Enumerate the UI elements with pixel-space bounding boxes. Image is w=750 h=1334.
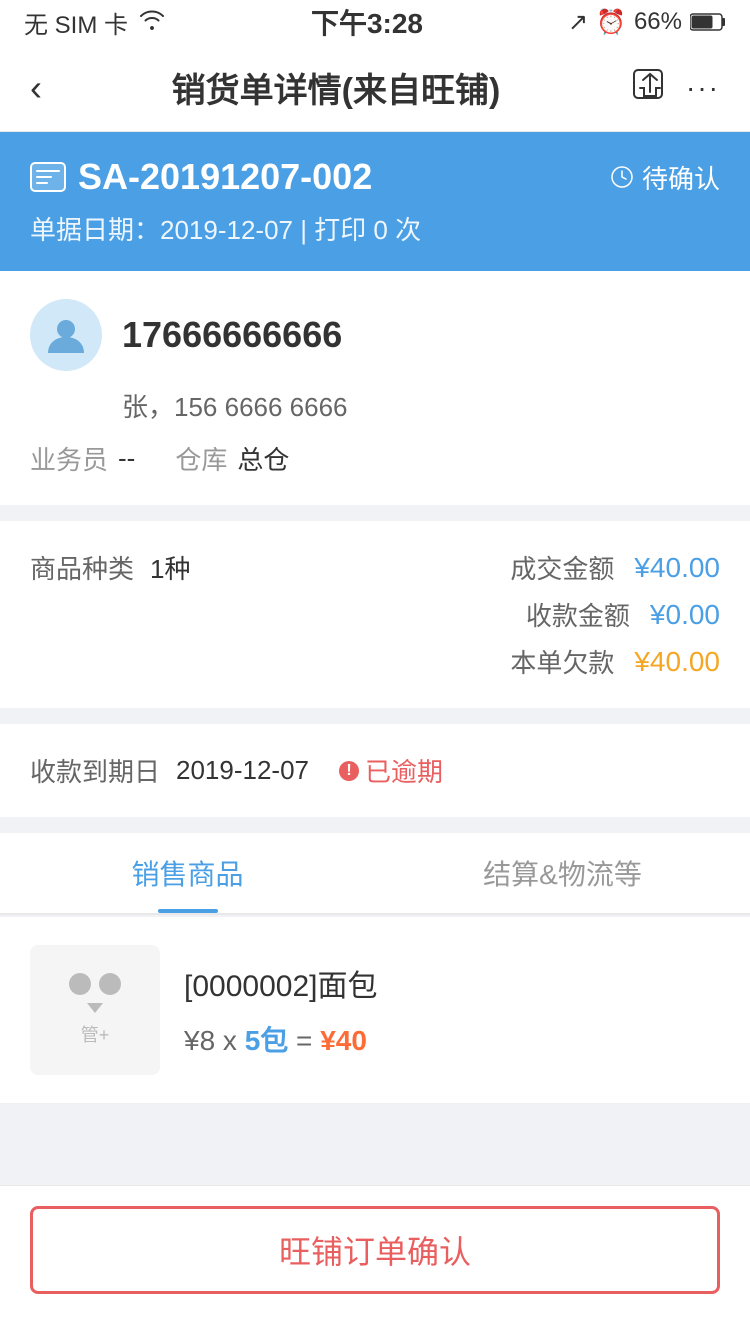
order-icon	[30, 162, 66, 192]
amount-label-0: 成交金额	[510, 549, 614, 586]
tab-settlement[interactable]: 结算&物流等	[375, 833, 750, 913]
order-header: SA-20191207-002 待确认 单据日期：2019-12-07 | 打印…	[0, 132, 750, 271]
owl-brand-text: 管+	[81, 1021, 110, 1047]
location-icon: ↗	[568, 8, 588, 37]
user-icon	[44, 313, 88, 357]
amount-value-1: ¥0.00	[650, 599, 720, 631]
owl-eye-left	[69, 973, 91, 995]
amount-row-0: 成交金额 ¥40.00	[344, 549, 720, 586]
amount-row-1: 收款金额 ¥0.00	[344, 596, 720, 633]
order-date: 单据日期：2019-12-07 | 打印 0 次	[30, 210, 720, 247]
warehouse-field: 仓库 总仓	[175, 440, 289, 477]
page-title: 销货单详情(来自旺铺)	[172, 63, 501, 112]
category-label: 商品种类	[30, 549, 134, 586]
battery-icon	[690, 12, 726, 32]
bottom-bar: 旺铺订单确认	[0, 1185, 750, 1334]
amount-value-0: ¥40.00	[634, 552, 720, 584]
more-button[interactable]: ···	[686, 72, 720, 104]
salesperson-field: 业务员 --	[30, 440, 135, 477]
status-time: 下午3:28	[311, 2, 423, 42]
product-item-0: 管+ [0000002]面包 ¥8 x 5包 = ¥40	[0, 917, 750, 1104]
salesperson-label: 业务员	[30, 440, 108, 477]
product-thumbnail: 管+	[30, 945, 160, 1075]
product-name: [0000002]面包	[184, 961, 720, 1005]
overdue-badge: ! 已逾期	[325, 748, 457, 793]
carrier-label: 无 SIM 卡	[24, 5, 128, 40]
category-value: 1种	[150, 549, 190, 586]
salesperson-value: --	[118, 443, 135, 474]
owl-eyes-icon	[69, 973, 121, 995]
product-logo: 管+	[45, 970, 145, 1050]
amount-value-2: ¥40.00	[634, 646, 720, 678]
owl-eye-right	[99, 973, 121, 995]
confirm-order-button[interactable]: 旺铺订单确认	[30, 1206, 720, 1294]
order-status: 待确认	[610, 159, 720, 196]
customer-meta: 业务员 -- 仓库 总仓	[30, 440, 720, 477]
warehouse-label: 仓库	[175, 440, 227, 477]
amount-label-2: 本单欠款	[510, 643, 614, 680]
order-id-row: SA-20191207-002 待确认	[30, 156, 720, 198]
status-bar-left: 无 SIM 卡	[24, 5, 166, 40]
customer-name: 张，156 6666 6666	[30, 387, 720, 424]
clock-icon	[610, 165, 634, 189]
product-info: [0000002]面包 ¥8 x 5包 = ¥40	[184, 961, 720, 1059]
stats-category: 商品种类 1种	[30, 549, 344, 586]
status-bar-right: ↗ ⏰ 66%	[568, 8, 726, 37]
nav-actions: ···	[630, 66, 720, 110]
product-list: 管+ [0000002]面包 ¥8 x 5包 = ¥40	[0, 917, 750, 1104]
nav-bar: ‹ 销货单详情(来自旺铺) ···	[0, 44, 750, 132]
price-quantity: 5包	[245, 1025, 289, 1056]
overdue-label: 已逾期	[365, 752, 443, 789]
tab-sales-products[interactable]: 销售商品	[0, 833, 375, 913]
warehouse-value: 总仓	[237, 440, 289, 477]
customer-phone: 17666666666	[122, 314, 342, 356]
share-button[interactable]	[630, 66, 666, 110]
due-date-value: 2019-12-07	[176, 755, 309, 786]
status-bar: 无 SIM 卡 下午3:28 ↗ ⏰ 66%	[0, 0, 750, 44]
back-button[interactable]: ‹	[30, 67, 42, 109]
order-id: SA-20191207-002	[30, 156, 372, 198]
product-price-formula: ¥8 x 5包 = ¥40	[184, 1019, 720, 1059]
wifi-icon	[138, 8, 166, 37]
avatar	[30, 299, 102, 371]
owl-beak-icon	[87, 1003, 103, 1013]
stats-amounts: 成交金额 ¥40.00 收款金额 ¥0.00 本单欠款 ¥40.00	[344, 549, 720, 680]
tabs-container: 销售商品 结算&物流等	[0, 833, 750, 915]
amount-label-1: 收款金额	[526, 596, 630, 633]
amount-row-2: 本单欠款 ¥40.00	[344, 643, 720, 680]
alarm-icon: ⏰	[596, 8, 626, 37]
customer-info-row: 17666666666	[30, 299, 720, 371]
overdue-dot-icon: !	[339, 761, 359, 781]
customer-card: 17666666666 张，156 6666 6666 业务员 -- 仓库 总仓	[0, 271, 750, 505]
price-equals: =	[288, 1025, 320, 1056]
due-date-label: 收款到期日	[30, 752, 160, 789]
price-total: ¥40	[320, 1025, 367, 1056]
due-date-card: 收款到期日 2019-12-07 ! 已逾期	[0, 724, 750, 817]
battery-label: 66%	[634, 8, 682, 36]
stats-card: 商品种类 1种 成交金额 ¥40.00 收款金额 ¥0.00 本单欠款 ¥40.…	[0, 521, 750, 708]
price-base: ¥8 x	[184, 1025, 245, 1056]
